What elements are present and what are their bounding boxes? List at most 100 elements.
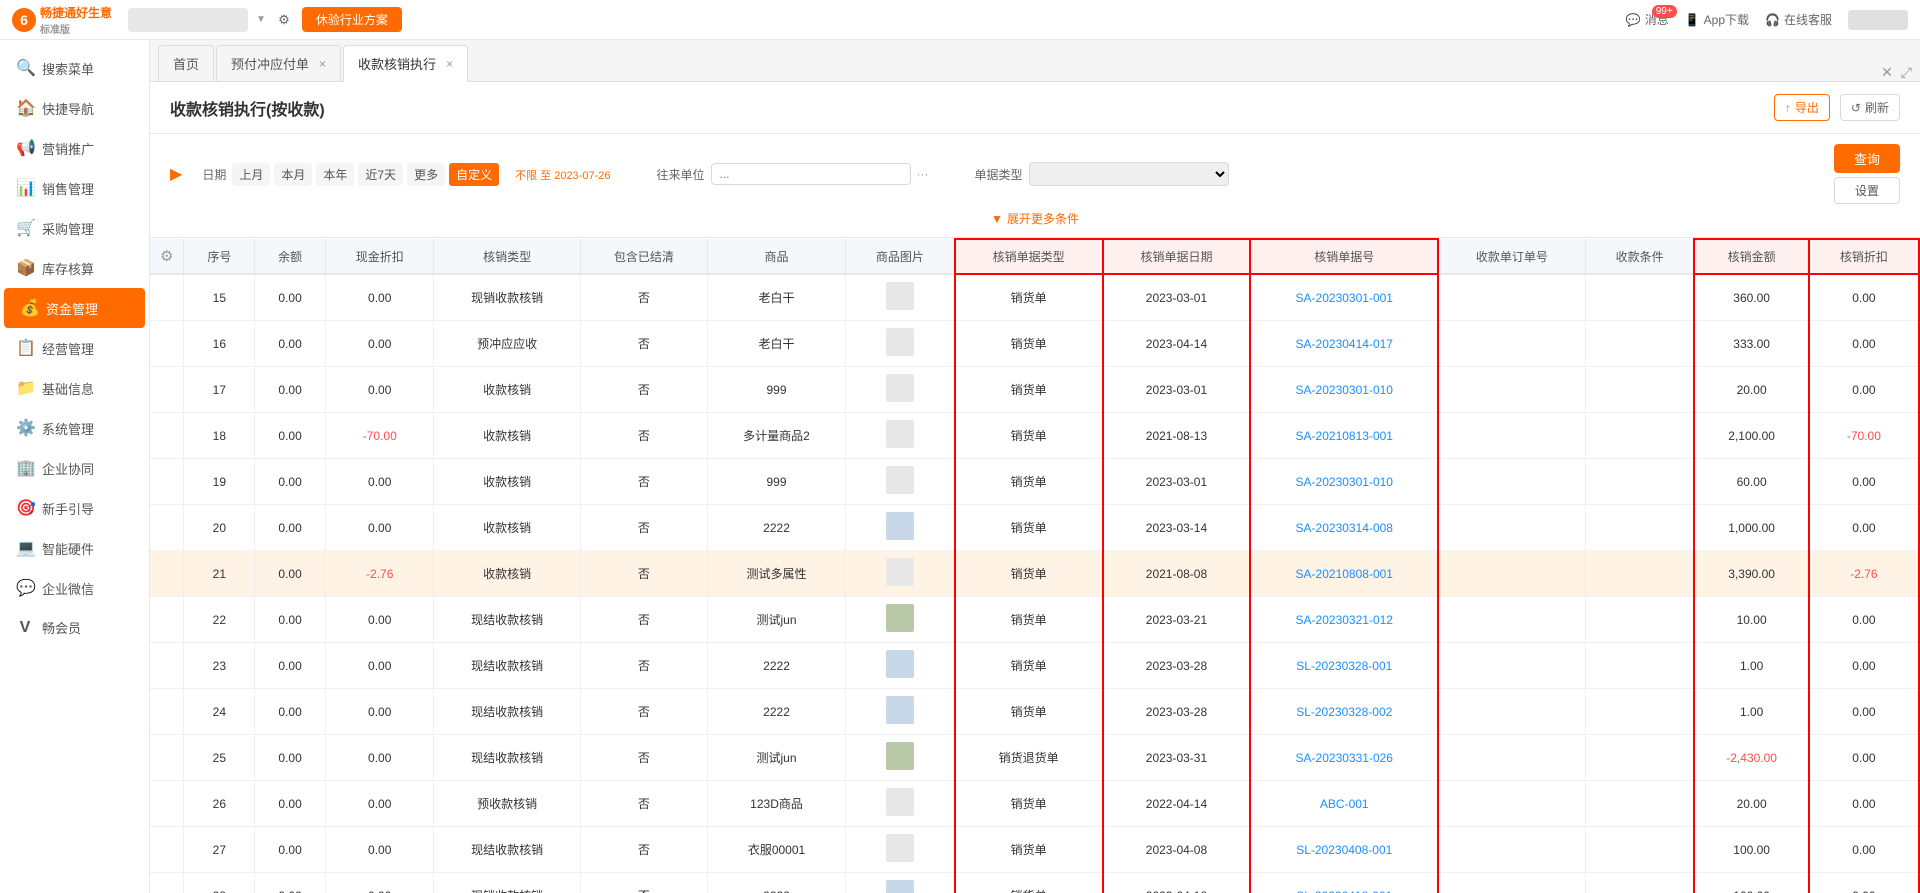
td-writeoff-amount: 100.00: [1694, 873, 1808, 893]
sidebar-item-inventory[interactable]: 📦 库存核算: [0, 248, 149, 288]
writeoff-bill-no-link[interactable]: SA-20230331-026: [1296, 751, 1393, 765]
writeoff-bill-no-link[interactable]: SA-20210813-001: [1296, 429, 1393, 443]
date-btn-7days[interactable]: 近7天: [358, 163, 403, 186]
td-no: 23: [184, 643, 255, 689]
sidebar-item-member[interactable]: V 畅会员: [0, 608, 149, 647]
company-dropdown-arrow[interactable]: ▼: [256, 14, 266, 25]
sidebar-item-basic[interactable]: 📁 基础信息: [0, 368, 149, 408]
export-button[interactable]: ↑ 导出: [1774, 94, 1830, 121]
table-row: 18 0.00 -70.00 收款核销 否 多计量商品2 销货单 2021-08…: [150, 413, 1919, 459]
writeoff-bill-no-link[interactable]: SA-20230301-010: [1296, 475, 1393, 489]
hardware-icon: 💻: [16, 538, 34, 558]
td-cash-discount: 0.00: [325, 827, 434, 873]
setting-button[interactable]: 设置: [1834, 177, 1900, 204]
sidebar-item-marketing[interactable]: 📢 营销推广: [0, 128, 149, 168]
column-settings-icon[interactable]: ⚙: [160, 248, 173, 265]
date-range-text: 不限 至 2023-07-26: [515, 167, 610, 183]
sidebar-item-operation[interactable]: 📋 经营管理: [0, 328, 149, 368]
online-service-area[interactable]: 🎧 在线客服: [1765, 11, 1832, 28]
tab-close-all-icon[interactable]: ✕: [1881, 64, 1893, 81]
expand-more-btn[interactable]: ▼ 展开更多条件: [991, 210, 1079, 227]
sidebar-item-system[interactable]: ⚙️ 系统管理: [0, 408, 149, 448]
td-include-settled: 否: [580, 597, 707, 643]
app-download-label: App下载: [1704, 11, 1749, 28]
message-icon: 💬: [1626, 13, 1641, 27]
td-goods-img: [845, 781, 954, 827]
tab-collect[interactable]: 收款核销执行 ×: [343, 45, 468, 82]
writeoff-bill-no-link[interactable]: SA-20230314-008: [1296, 521, 1393, 535]
td-write-off-type: 收款核销: [434, 413, 580, 459]
td-writeoff-bill-no: SL-20230418-001: [1250, 873, 1438, 893]
sidebar-item-enterprise[interactable]: 🏢 企业协同: [0, 448, 149, 488]
tab-collect-label: 收款核销执行: [358, 54, 436, 73]
filter-date: 日期 上月 本月 本年 近7天 更多 自定义: [202, 163, 499, 186]
td-writeoff-bill-no: SA-20230321-012: [1250, 597, 1438, 643]
date-btn-custom[interactable]: 自定义: [449, 163, 499, 186]
th-writeoff-discount: 核销折扣: [1809, 239, 1919, 274]
td-goods: 测试多属性: [708, 551, 846, 597]
td-goods-img: [845, 274, 954, 321]
td-cash-discount: 0.00: [325, 505, 434, 551]
writeoff-bill-no-link[interactable]: SA-20230414-017: [1296, 337, 1393, 351]
writeoff-bill-no-link[interactable]: SL-20230408-001: [1296, 843, 1392, 857]
filter-collapse-arrow[interactable]: ▶: [170, 164, 182, 184]
td-goods-img: [845, 735, 954, 781]
layout: 🔍 搜索菜单 🏠 快捷导航 📢 营销推广 📊 销售管理 🛒 采购管理 📦 库存核…: [0, 40, 1920, 893]
td-writeoff-bill-type: 销货单: [955, 689, 1103, 735]
tab-prepay[interactable]: 预付冲应付单 ×: [216, 45, 341, 81]
td-write-off-type: 收款核销: [434, 505, 580, 551]
td-writeoff-bill-date: 2023-03-14: [1103, 505, 1251, 551]
refresh-button[interactable]: ↺ 刷新: [1840, 94, 1900, 121]
tab-prepay-close[interactable]: ×: [319, 57, 326, 71]
sidebar-item-hardware[interactable]: 💻 智能硬件: [0, 528, 149, 568]
sidebar-item-finance[interactable]: 💰 资金管理: [4, 288, 145, 328]
tab-collect-close[interactable]: ×: [446, 57, 453, 71]
td-writeoff-bill-no: SL-20230328-002: [1250, 689, 1438, 735]
th-collect-order-no: 收款单订单号: [1438, 239, 1585, 274]
query-button[interactable]: 查询: [1834, 144, 1900, 173]
tab-expand-icon[interactable]: ⤢: [1901, 64, 1912, 81]
td-cash-discount: 0.00: [325, 689, 434, 735]
sidebar-item-quick[interactable]: 🏠 快捷导航: [0, 88, 149, 128]
table-row: 23 0.00 0.00 现结收款核销 否 2222 销货单 2023-03-2…: [150, 643, 1919, 689]
td-writeoff-discount: 0.00: [1809, 459, 1919, 505]
td-writeoff-bill-no: SA-20210808-001: [1250, 551, 1438, 597]
sidebar-item-search[interactable]: 🔍 搜索菜单: [0, 48, 149, 88]
tab-prepay-label: 预付冲应付单: [231, 54, 309, 73]
date-btn-this-month[interactable]: 本月: [274, 163, 312, 186]
writeoff-bill-no-link[interactable]: SA-20230321-012: [1296, 613, 1393, 627]
guide-icon: 🎯: [16, 498, 34, 518]
td-balance: 0.00: [255, 551, 326, 597]
td-writeoff-bill-type: 销货单: [955, 827, 1103, 873]
sidebar-item-sales[interactable]: 📊 销售管理: [0, 168, 149, 208]
writeoff-bill-no-link[interactable]: ABC-001: [1320, 797, 1369, 811]
sidebar-item-wechat[interactable]: 💬 企业微信: [0, 568, 149, 608]
industry-btn[interactable]: 休验行业方案: [302, 7, 402, 32]
writeoff-bill-no-link[interactable]: SL-20230418-001: [1296, 889, 1392, 893]
settings-icon[interactable]: ⚙: [274, 10, 294, 30]
member-icon: V: [16, 619, 34, 637]
writeoff-bill-no-link[interactable]: SL-20230328-002: [1296, 705, 1392, 719]
date-btn-this-year[interactable]: 本年: [316, 163, 354, 186]
counterpart-input[interactable]: [711, 163, 911, 185]
writeoff-bill-no-link[interactable]: SA-20230301-010: [1296, 383, 1393, 397]
app-download-area[interactable]: 📱 App下载: [1685, 11, 1749, 28]
message-area[interactable]: 💬 消息 99+: [1626, 11, 1669, 28]
date-btn-last-month[interactable]: 上月: [232, 163, 270, 186]
td-goods: 测试jun: [708, 735, 846, 781]
td-writeoff-discount: 0.00: [1809, 643, 1919, 689]
system-icon: ⚙️: [16, 418, 34, 438]
date-btn-more[interactable]: 更多: [407, 163, 445, 186]
writeoff-bill-no-link[interactable]: SA-20210808-001: [1296, 567, 1393, 581]
writeoff-bill-no-link[interactable]: SA-20230301-001: [1296, 291, 1393, 305]
bill-type-select[interactable]: [1029, 162, 1229, 186]
tab-home[interactable]: 首页: [158, 45, 214, 81]
sidebar-item-purchase[interactable]: 🛒 采购管理: [0, 208, 149, 248]
td-gear: [150, 781, 184, 827]
table-container[interactable]: ⚙ 序号 余额 现金折扣 核销类型 包含已结清 商品 商品图片 核销单据类型 核…: [150, 238, 1920, 893]
td-writeoff-bill-date: 2023-03-01: [1103, 459, 1251, 505]
td-goods-img: [845, 505, 954, 551]
td-goods: 衣服00001: [708, 827, 846, 873]
sidebar-item-guide[interactable]: 🎯 新手引导: [0, 488, 149, 528]
writeoff-bill-no-link[interactable]: SL-20230328-001: [1296, 659, 1392, 673]
